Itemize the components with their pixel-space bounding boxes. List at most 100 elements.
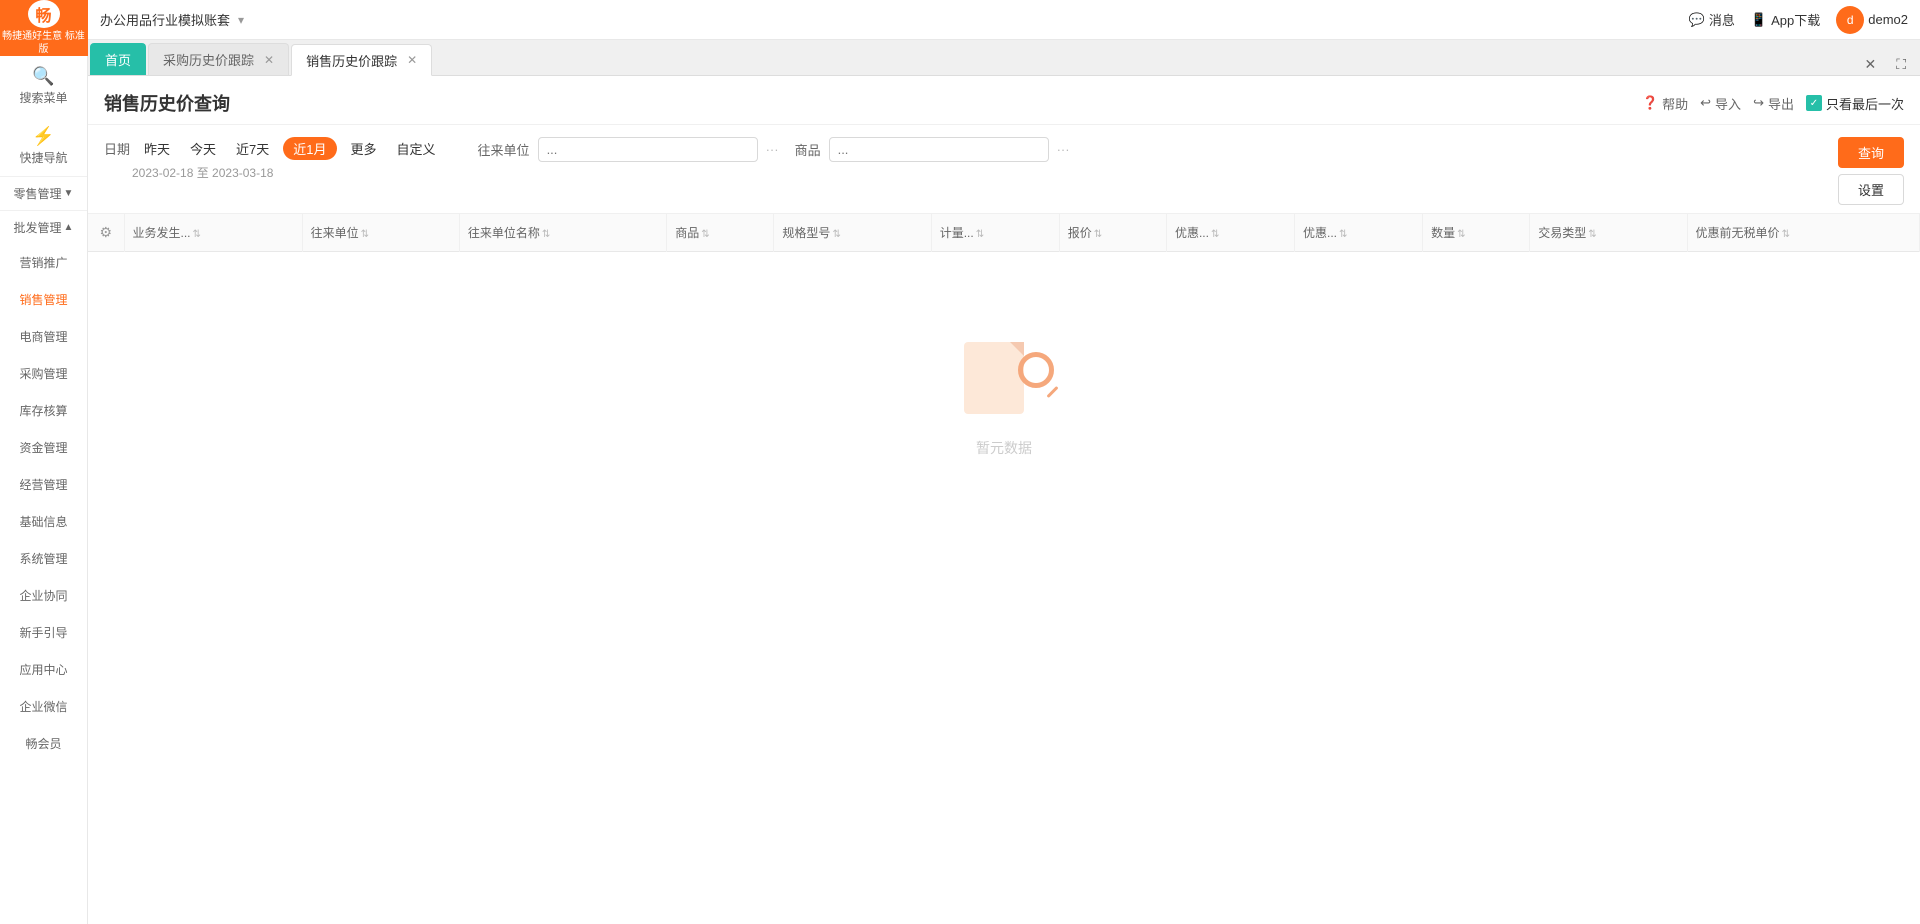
sidebar-item-label: 库存核算 [19,402,67,419]
import-button[interactable]: ↩ 导入 [1700,94,1741,113]
th-biz-date[interactable]: 业务发生...⇅ [124,214,302,252]
th-trade-type[interactable]: 交易类型⇅ [1530,214,1687,252]
sidebar-item-ecom[interactable]: 电商管理 [0,318,87,355]
tab-sales-history-label: 销售历史价跟踪 [306,51,397,70]
th-spec[interactable]: 规格型号⇅ [774,214,931,252]
user-menu[interactable]: d demo2 [1836,6,1908,34]
sidebar-item-label: 销售管理 [19,291,67,308]
th-quantity[interactable]: 数量⇅ [1423,214,1530,252]
goods-label: 商品 [795,140,821,159]
tab-home[interactable]: 首页 [90,43,146,75]
sort-icon: ⇅ [193,229,201,240]
sort-icon: ⇅ [976,229,984,240]
date-range: 2023-02-18 至 2023-03-18 [132,164,442,181]
checkbox-icon: ✓ [1806,95,1822,111]
sidebar-item-apps[interactable]: 应用中心 [0,651,87,688]
date-yesterday[interactable]: 昨天 [138,137,176,160]
app-download-button[interactable]: 📱 App下载 [1751,10,1820,29]
sidebar-item-inventory[interactable]: 库存核算 [0,392,87,429]
date-more[interactable]: 更多 [345,137,383,160]
export-icon: ↪ [1753,95,1764,111]
table-header-row: ⚙ 业务发生...⇅ 往来单位⇅ 往来单位名称⇅ 商品⇅ [88,214,1920,252]
help-icon: ❓ [1642,95,1658,111]
th-partner-code[interactable]: 往来单位⇅ [302,214,459,252]
sort-icon: ⇅ [1339,229,1347,240]
empty-illustration [954,332,1054,422]
sidebar-item-shortcuts[interactable]: ⚡ 快捷导航 [0,116,87,176]
th-discount2[interactable]: 优惠...⇅ [1295,214,1423,252]
wholesale-label: 批发管理 [14,219,62,236]
sort-icon: ⇅ [832,229,840,240]
sidebar: 畅 畅捷通好生意 标准版 🔍 搜索菜单 ⚡ 快捷导航 零售管理 ▼ 批发管理 ▲… [0,0,88,924]
sidebar-item-label: 快捷导航 [19,149,67,166]
sidebar-item-label: 电商管理 [19,328,67,345]
sidebar-item-label: 经营管理 [19,476,67,493]
avatar: d [1836,6,1864,34]
date-custom[interactable]: 自定义 [391,137,442,160]
retail-label: 零售管理 [14,185,62,202]
magnify-handle [1046,386,1058,398]
th-unit[interactable]: 计量...⇅ [931,214,1059,252]
sort-icon: ⇅ [701,229,709,240]
partner-ellipsis-icon[interactable]: ··· [766,142,779,157]
date-filter-group: 日期 昨天 今天 近7天 近1月 更多 自定义 2023-02-18 至 202… [104,137,442,181]
sidebar-item-system[interactable]: 系统管理 [0,540,87,577]
logo-icon: 畅 [28,0,60,28]
magnify-icon [1018,352,1054,388]
date-last7days[interactable]: 近7天 [230,137,275,160]
empty-text: 暂元数据 [976,438,1032,458]
close-window-icon[interactable]: ✕ [1858,54,1882,75]
import-icon: ↩ [1700,95,1711,111]
user-name: demo2 [1868,12,1908,27]
page-title: 销售历史价查询 [104,90,230,116]
th-quoted-price[interactable]: 报价⇅ [1059,214,1166,252]
sidebar-item-newbie[interactable]: 新手引导 [0,614,87,651]
sidebar-item-marketing[interactable]: 营销推广 [0,244,87,281]
only-last-checkbox[interactable]: ✓ 只看最后一次 [1806,94,1904,113]
th-goods[interactable]: 商品⇅ [667,214,774,252]
messages-button[interactable]: 💬 消息 [1689,10,1735,29]
th-settings[interactable]: ⚙ [88,214,124,252]
th-discount1[interactable]: 优惠...⇅ [1166,214,1294,252]
goods-input[interactable] [829,137,1049,162]
th-pretax-price[interactable]: 优惠前无税单价⇅ [1687,214,1919,252]
download-icon: 📱 [1751,12,1767,28]
sidebar-item-ops[interactable]: 经营管理 [0,466,87,503]
logo-text: 畅捷通好生意 标准版 [0,30,88,56]
export-button[interactable]: ↪ 导出 [1753,94,1794,113]
help-button[interactable]: ❓ 帮助 [1642,94,1688,113]
tab-purchase-history[interactable]: 采购历史价跟踪 ✕ [148,43,289,75]
maximize-window-icon[interactable]: ⛶ [1890,54,1912,75]
date-last1month[interactable]: 近1月 [283,137,336,160]
sidebar-item-wholesale[interactable]: 批发管理 ▲ [0,210,87,244]
topbar-dropdown-icon[interactable]: ▾ [238,13,244,27]
tab-purchase-close-icon[interactable]: ✕ [264,53,274,67]
sidebar-item-retail[interactable]: 零售管理 ▼ [0,176,87,210]
sidebar-item-finance[interactable]: 资金管理 [0,429,87,466]
partner-input[interactable] [538,137,758,162]
goods-ellipsis-icon[interactable]: ··· [1057,142,1070,157]
tab-purchase-history-label: 采购历史价跟踪 [163,50,254,69]
sidebar-item-member[interactable]: 畅会员 [0,725,87,762]
date-today[interactable]: 今天 [184,137,222,160]
messages-label: 消息 [1709,10,1735,29]
tab-sales-history[interactable]: 销售历史价跟踪 ✕ [291,44,432,76]
sidebar-item-wechat[interactable]: 企业微信 [0,688,87,725]
sidebar-item-basic[interactable]: 基础信息 [0,503,87,540]
sidebar-item-search[interactable]: 🔍 搜索菜单 [0,56,87,116]
sidebar-item-label: 营销推广 [19,254,67,271]
settings-icon[interactable]: ⚙ [99,224,112,240]
query-button[interactable]: 查询 [1838,137,1904,168]
help-label: 帮助 [1662,94,1688,113]
tab-sales-close-icon[interactable]: ✕ [407,53,417,67]
th-partner-name[interactable]: 往来单位名称⇅ [459,214,666,252]
settings-button[interactable]: 设置 [1838,174,1904,205]
sidebar-item-label: 采购管理 [19,365,67,382]
sidebar-item-enterprise[interactable]: 企业协同 [0,577,87,614]
sort-icon: ⇅ [1588,229,1596,240]
partner-filter-group: 往来单位 ··· [478,137,779,162]
window-controls: ✕ ⛶ [1858,54,1920,75]
main-area: 办公用品行业模拟账套 ▾ 💬 消息 📱 App下载 d demo2 首页 采购历… [88,0,1920,924]
sidebar-item-sales[interactable]: 销售管理 [0,281,87,318]
sidebar-item-purchase[interactable]: 采购管理 [0,355,87,392]
